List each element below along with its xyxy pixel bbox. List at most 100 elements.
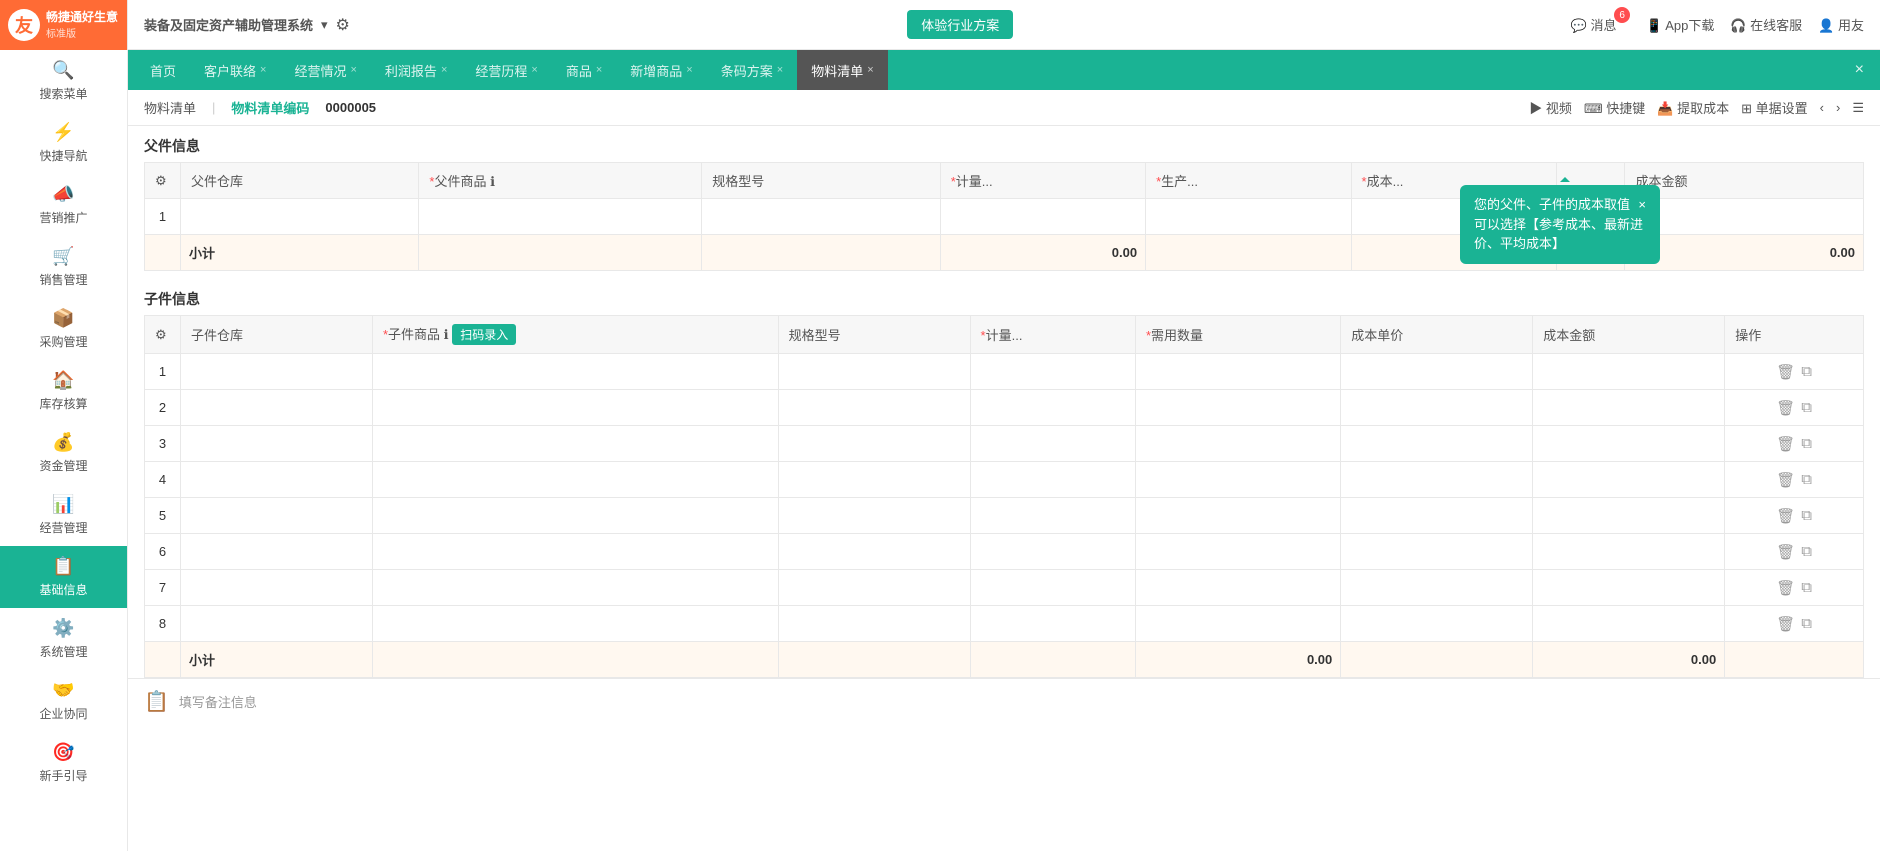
tab-close-icon[interactable]: ×	[350, 64, 356, 76]
table-row: 8 🗑⧉	[145, 606, 1864, 642]
tab-close-icon[interactable]: ×	[686, 64, 692, 76]
marketing-icon: 📣	[52, 184, 74, 205]
tab-goods[interactable]: 商品 ×	[552, 50, 616, 90]
top-header: 装备及固定资产辅助管理系统 ▾ ⚙ 体验行业方案 💬 消息 6 📱 App下载 …	[128, 0, 1880, 50]
tab-profit[interactable]: 利润报告 ×	[371, 50, 461, 90]
cell-goods[interactable]	[419, 199, 702, 235]
cell-warehouse[interactable]	[181, 199, 419, 235]
tab-customer[interactable]: 客户联络 ×	[190, 50, 280, 90]
cell-unit[interactable]	[940, 199, 1145, 235]
doc-settings-btn[interactable]: ⊞ 单据设置	[1741, 98, 1808, 117]
menu-icon[interactable]: ☰	[1852, 100, 1864, 116]
copy-icon[interactable]: ⧉	[1801, 471, 1812, 489]
nav-prev-icon[interactable]: ‹	[1820, 100, 1824, 115]
nav-next-icon[interactable]: ›	[1836, 100, 1840, 115]
scan-btn[interactable]: 扫码录入	[452, 324, 516, 345]
tab-history[interactable]: 经营历程 ×	[461, 50, 551, 90]
system-title: 装备及固定资产辅助管理系统	[144, 15, 313, 34]
delete-icon[interactable]: 🗑	[1776, 471, 1795, 489]
tab-close-icon[interactable]: ×	[596, 64, 602, 76]
sidebar-item-guide[interactable]: 🎯 新手引导	[0, 732, 127, 794]
table-row: 5 🗑⧉	[145, 498, 1864, 534]
copy-icon[interactable]: ⧉	[1801, 363, 1812, 381]
copy-icon[interactable]: ⧉	[1801, 435, 1812, 453]
copy-icon[interactable]: ⧉	[1801, 543, 1812, 561]
delete-icon[interactable]: 🗑	[1776, 399, 1795, 417]
tab-close-icon[interactable]: ×	[441, 64, 447, 76]
cell-spec[interactable]	[702, 199, 940, 235]
th-settings[interactable]: ⚙	[145, 163, 181, 199]
extract-cost-btn[interactable]: 📥 提取成本	[1657, 98, 1729, 117]
th-unit: *计量...	[940, 163, 1145, 199]
settings-icon[interactable]: ⚙	[336, 15, 350, 35]
shortcut-btn[interactable]: ⌨ 快捷键	[1584, 98, 1645, 117]
sidebar-item-purchase[interactable]: 📦 采购管理	[0, 298, 127, 360]
online-service[interactable]: 🎧 在线客服	[1730, 15, 1802, 34]
logo-title: 畅捷通好生意	[46, 10, 118, 26]
cell-child-goods[interactable]	[372, 354, 778, 390]
tab-close-icon[interactable]: ×	[867, 64, 873, 76]
sidebar-item-collab[interactable]: 🤝 企业协同	[0, 670, 127, 732]
sidebar-item-marketing[interactable]: 📣 营销推广	[0, 174, 127, 236]
child-subtotal-total: 0.00	[1533, 642, 1725, 678]
copy-icon[interactable]: ⧉	[1801, 399, 1812, 417]
trial-btn[interactable]: 体验行业方案	[907, 10, 1013, 39]
cell-child-warehouse[interactable]	[181, 354, 373, 390]
cell-action: 🗑⧉	[1725, 606, 1864, 642]
sidebar-item-basic[interactable]: 📋 基础信息	[0, 546, 127, 608]
row-num: 8	[145, 606, 181, 642]
video-btn[interactable]: ▶ 视频	[1529, 98, 1572, 117]
tab-close-icon[interactable]: ×	[777, 64, 783, 76]
tab-home[interactable]: 首页	[136, 50, 190, 90]
sidebar-item-label: 资金管理	[39, 457, 87, 474]
sidebar-item-operation[interactable]: 📊 经营管理	[0, 484, 127, 546]
copy-icon[interactable]: ⧉	[1801, 579, 1812, 597]
note-icon: 📋	[144, 689, 169, 714]
th-parent-goods: *父件商品 ℹ	[419, 163, 702, 199]
app-download[interactable]: 📱 App下载	[1646, 15, 1714, 34]
delete-icon[interactable]: 🗑	[1776, 543, 1795, 561]
cell-child-unit-cost[interactable]	[1341, 354, 1533, 390]
sidebar-item-search[interactable]: 🔍 搜索菜单	[0, 50, 127, 112]
copy-icon[interactable]: ⧉	[1801, 615, 1812, 633]
cell-production[interactable]	[1146, 199, 1351, 235]
tab-barcode[interactable]: 条码方案 ×	[707, 50, 797, 90]
delete-icon[interactable]: 🗑	[1776, 507, 1795, 525]
sidebar-item-label: 搜索菜单	[39, 85, 87, 102]
sidebar: 友 畅捷通好生意 标准版 🔍 搜索菜单 ⚡ 快捷导航 📣 营销推广 🛒 销售管理…	[0, 0, 128, 851]
copy-icon[interactable]: ⧉	[1801, 507, 1812, 525]
sidebar-item-quick[interactable]: ⚡ 快捷导航	[0, 112, 127, 174]
user-avatar[interactable]: 👤 用友	[1818, 15, 1864, 34]
th-spec: 规格型号	[702, 163, 940, 199]
tab-operation[interactable]: 经营情况 ×	[280, 50, 370, 90]
tooltip-text: 您的父件、子件的成本取值可以选择【参考成本、最新进价、平均成本】	[1474, 197, 1643, 251]
sidebar-item-system[interactable]: ⚙️ 系统管理	[0, 608, 127, 670]
breadcrumb-current[interactable]: 物料清单编码	[231, 98, 309, 117]
note-hint[interactable]: 填写备注信息	[179, 692, 257, 711]
sidebar-item-finance[interactable]: 💰 资金管理	[0, 422, 127, 484]
tab-close-icon[interactable]: ×	[531, 64, 537, 76]
close-all-tabs-icon[interactable]: ×	[1847, 61, 1872, 79]
cell-child-unit[interactable]	[970, 354, 1135, 390]
breadcrumb-parent[interactable]: 物料清单	[144, 98, 196, 117]
dropdown-arrow-icon[interactable]: ▾	[321, 17, 328, 33]
delete-icon[interactable]: 🗑	[1776, 579, 1795, 597]
th-child-settings[interactable]: ⚙	[145, 316, 181, 354]
sidebar-item-inventory[interactable]: 🏠 库存核算	[0, 360, 127, 422]
tab-close-icon[interactable]: ×	[260, 64, 266, 76]
delete-icon[interactable]: 🗑	[1776, 363, 1795, 381]
table-row: 1 🗑⧉	[145, 354, 1864, 390]
delete-icon[interactable]: 🗑	[1776, 615, 1795, 633]
th-child-action: 操作	[1725, 316, 1864, 354]
tooltip-close-icon[interactable]: ×	[1638, 195, 1646, 215]
tab-bom[interactable]: 物料清单 ×	[797, 50, 887, 90]
sidebar-item-sales[interactable]: 🛒 销售管理	[0, 236, 127, 298]
cell-child-spec[interactable]	[778, 354, 970, 390]
delete-icon[interactable]: 🗑	[1776, 435, 1795, 453]
breadcrumb-separator: |	[212, 100, 215, 115]
child-subtotal-label: 小计	[181, 642, 373, 678]
cell-child-qty[interactable]	[1135, 354, 1340, 390]
message-area[interactable]: 💬 消息 6	[1571, 15, 1630, 34]
tab-add-goods[interactable]: 新增商品 ×	[616, 50, 706, 90]
row-num: 1	[145, 199, 181, 235]
